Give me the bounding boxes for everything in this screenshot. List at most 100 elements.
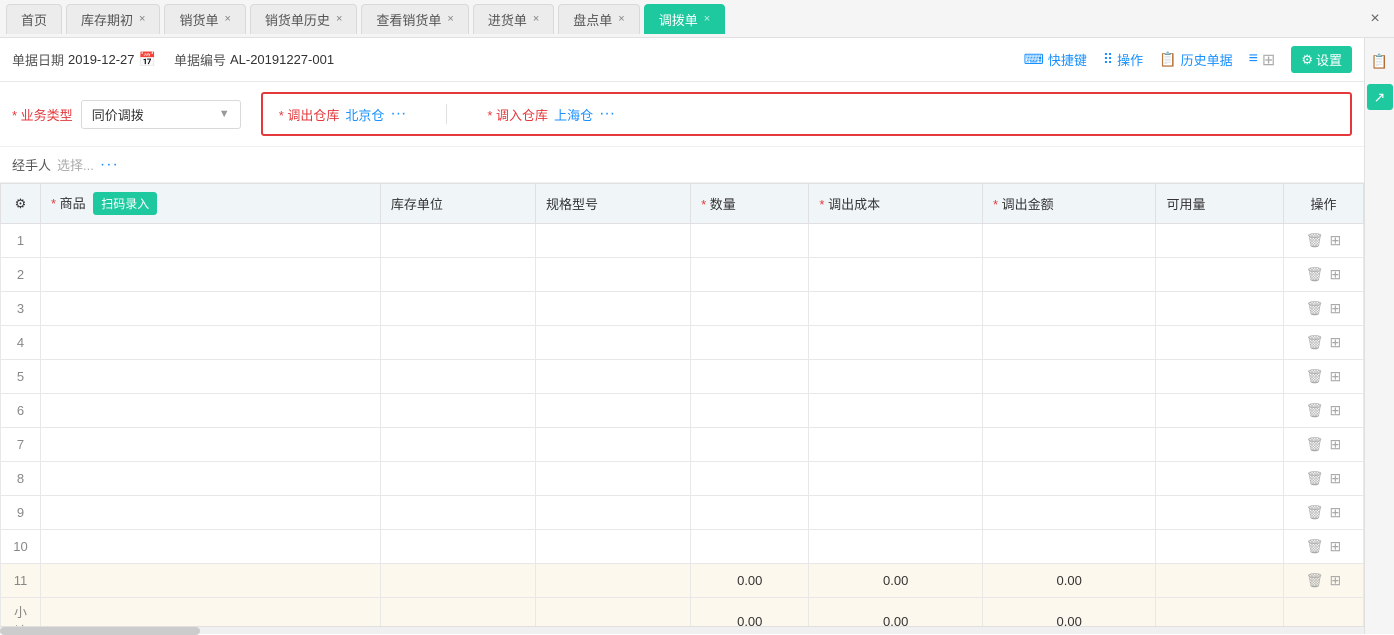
delete-icon[interactable]: 🗑 (1306, 368, 1324, 385)
cost-cell[interactable] (809, 292, 983, 326)
table-header-row: ⚙ 商品 扫码录入 库存单位 规格型号 数量 调出成本 调出金额 可用量 操作 (1, 184, 1364, 224)
copy-icon[interactable]: ⊞ (1330, 436, 1342, 453)
qty-cell[interactable] (691, 530, 809, 564)
op-cell: 🗑 ⊞ (1284, 428, 1364, 462)
scrollbar-area[interactable] (0, 626, 1364, 634)
tab-view-sales[interactable]: 查看销货单 × (361, 4, 468, 34)
qty-cell[interactable] (691, 394, 809, 428)
business-type-select[interactable]: 同价调拨 ▼ (81, 100, 241, 129)
warehouse-in-more[interactable]: ··· (599, 105, 615, 123)
copy-icon[interactable]: ⊞ (1330, 368, 1342, 385)
tab-inventory-close[interactable]: × (139, 13, 145, 25)
qty-cell[interactable] (691, 326, 809, 360)
copy-icon[interactable]: ⊞ (1330, 538, 1342, 555)
qty-cell[interactable] (691, 496, 809, 530)
amount-cell (982, 292, 1156, 326)
copy-icon[interactable]: ⊞ (1330, 232, 1342, 249)
delete-icon[interactable]: 🗑 (1306, 300, 1324, 317)
subtotal-cost: 0.00 (809, 564, 983, 598)
layout-grid-icon[interactable]: ⊞ (1262, 50, 1275, 70)
tab-sales-history[interactable]: 销货单历史 × (250, 4, 357, 34)
operations-button[interactable]: ⠿ 操作 (1103, 50, 1143, 69)
spec-cell (536, 530, 691, 564)
cost-cell[interactable] (809, 462, 983, 496)
manager-more[interactable]: ··· (100, 156, 119, 174)
cost-cell[interactable] (809, 530, 983, 564)
delete-icon[interactable]: 🗑 (1306, 470, 1324, 487)
scan-button[interactable]: 扫码录入 (93, 192, 157, 215)
copy-icon[interactable]: ⊞ (1330, 572, 1342, 589)
tab-home[interactable]: 首页 (6, 4, 62, 34)
product-cell[interactable] (41, 530, 381, 564)
cost-cell[interactable] (809, 360, 983, 394)
manager-input[interactable]: 选择... (57, 155, 94, 174)
shortcuts-button[interactable]: ⌨ 快捷键 (1024, 50, 1087, 69)
unit-cell (380, 394, 535, 428)
qty-cell[interactable] (691, 292, 809, 326)
window-close-button[interactable]: × (1360, 4, 1390, 34)
cost-cell[interactable] (809, 428, 983, 462)
qty-cell[interactable] (691, 360, 809, 394)
tab-transfer-close[interactable]: × (704, 13, 710, 25)
delete-icon[interactable]: 🗑 (1306, 232, 1324, 249)
tab-stock-check-close[interactable]: × (618, 13, 624, 25)
cost-cell[interactable] (809, 326, 983, 360)
layout-list-icon[interactable]: ≡ (1249, 50, 1258, 70)
copy-icon[interactable]: ⊞ (1330, 266, 1342, 283)
product-cell[interactable] (41, 394, 381, 428)
delete-icon[interactable]: 🗑 (1306, 436, 1324, 453)
qty-cell[interactable] (691, 224, 809, 258)
qty-cell[interactable] (691, 258, 809, 292)
tab-transfer[interactable]: 调拨单 × (644, 4, 725, 34)
product-cell[interactable] (41, 360, 381, 394)
product-cell[interactable] (41, 258, 381, 292)
available-cell (1156, 496, 1284, 530)
product-cell[interactable] (41, 224, 381, 258)
product-cell[interactable] (41, 462, 381, 496)
warehouse-box: 调出仓库 北京仓 ··· 调入仓库 上海仓 ··· (261, 92, 1352, 136)
delete-icon[interactable]: 🗑 (1306, 572, 1324, 589)
qty-cell[interactable] (691, 462, 809, 496)
history-button[interactable]: 📋 历史单据 (1159, 50, 1232, 69)
product-cell[interactable] (41, 496, 381, 530)
settings-button[interactable]: ⚙ 设置 (1291, 46, 1352, 73)
totals-row: 小计 0.00 0.00 0.00 (1, 598, 1364, 627)
tab-inventory[interactable]: 库存期初 × (66, 4, 160, 34)
unit-cell (380, 258, 535, 292)
copy-icon[interactable]: ⊞ (1330, 504, 1342, 521)
qty-cell[interactable] (691, 428, 809, 462)
delete-icon[interactable]: 🗑 (1306, 334, 1324, 351)
tab-purchase[interactable]: 进货单 × (473, 4, 554, 34)
warehouse-out-more[interactable]: ··· (390, 105, 406, 123)
table-row: 10 🗑 ⊞ (1, 530, 1364, 564)
copy-icon[interactable]: ⊞ (1330, 334, 1342, 351)
tab-sales-history-close[interactable]: × (336, 13, 342, 25)
cost-cell[interactable] (809, 224, 983, 258)
copy-icon[interactable]: ⊞ (1330, 402, 1342, 419)
delete-icon[interactable]: 🗑 (1306, 266, 1324, 283)
cost-cell[interactable] (809, 496, 983, 530)
col-gear[interactable]: ⚙ (1, 184, 41, 224)
cost-cell[interactable] (809, 258, 983, 292)
tab-stock-check[interactable]: 盘点单 × (558, 4, 639, 34)
amount-cell (982, 360, 1156, 394)
col-amount: 调出金额 (982, 184, 1156, 224)
copy-icon[interactable]: ⊞ (1330, 470, 1342, 487)
product-cell[interactable] (41, 428, 381, 462)
cost-cell[interactable] (809, 394, 983, 428)
product-cell[interactable] (41, 326, 381, 360)
sidebar-note-icon[interactable]: 📋 (1367, 48, 1393, 74)
tab-sales[interactable]: 销货单 × (164, 4, 245, 34)
product-cell[interactable] (41, 292, 381, 326)
tab-sales-close[interactable]: × (224, 13, 230, 25)
calendar-icon[interactable]: 📅 (139, 51, 156, 68)
copy-icon[interactable]: ⊞ (1330, 300, 1342, 317)
operations-icon: ⠿ (1103, 51, 1113, 68)
tab-view-sales-close[interactable]: × (447, 13, 453, 25)
delete-icon[interactable]: 🗑 (1306, 538, 1324, 555)
tab-purchase-close[interactable]: × (533, 13, 539, 25)
delete-icon[interactable]: 🗑 (1306, 504, 1324, 521)
col-qty: 数量 (691, 184, 809, 224)
sidebar-export-icon[interactable]: ↗ (1367, 84, 1393, 110)
delete-icon[interactable]: 🗑 (1306, 402, 1324, 419)
